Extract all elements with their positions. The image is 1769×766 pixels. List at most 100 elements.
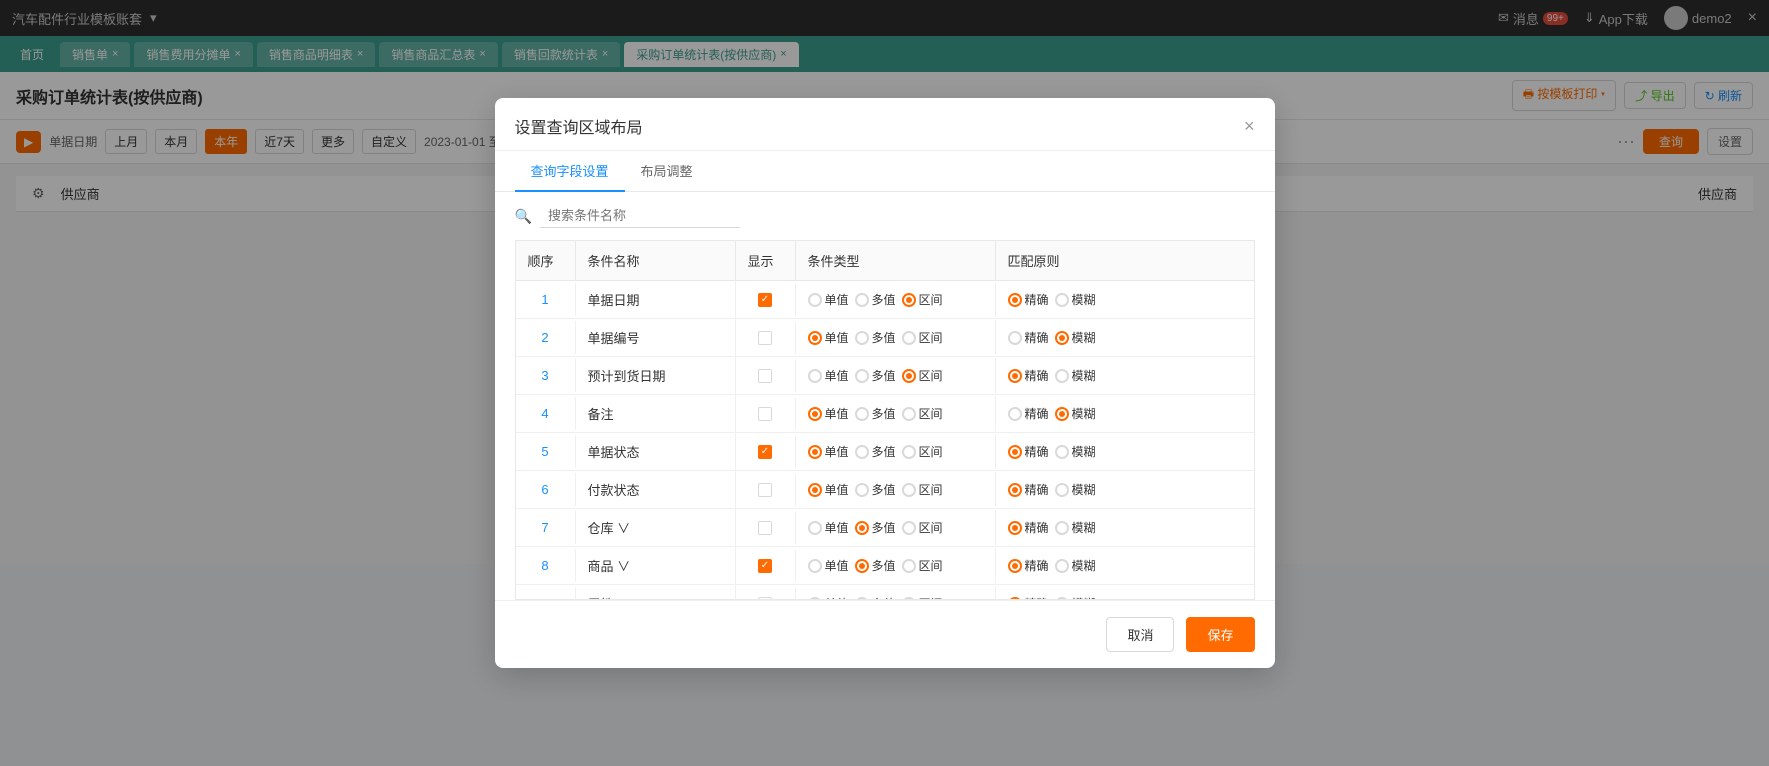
dialog-footer: 取消 保存 xyxy=(495,600,1275,668)
cell-display[interactable] xyxy=(736,436,796,468)
cell-type: 单值多值区间 xyxy=(796,320,996,355)
type-multi-radio[interactable]: 多值 xyxy=(855,557,896,574)
match-exact-radio[interactable]: 精确 xyxy=(1008,557,1049,574)
type-range-radio[interactable]: 区间 xyxy=(902,481,943,498)
type-single-circle xyxy=(808,445,822,459)
type-single-circle xyxy=(808,559,822,573)
match-exact-radio[interactable]: 精确 xyxy=(1008,481,1049,498)
table-row: 4备注单值多值区间精确模糊 xyxy=(516,395,1254,433)
match-fuzzy-radio[interactable]: 模糊 xyxy=(1055,367,1096,384)
type-single-radio[interactable]: 单值 xyxy=(808,557,849,574)
cell-display[interactable] xyxy=(736,588,796,601)
match-exact-radio[interactable]: 精确 xyxy=(1008,367,1049,384)
cell-order: 1 xyxy=(516,283,576,316)
type-single-radio[interactable]: 单值 xyxy=(808,329,849,346)
match-fuzzy-circle xyxy=(1055,483,1069,497)
display-checkbox[interactable] xyxy=(758,407,772,421)
type-multi-circle xyxy=(855,369,869,383)
cell-match: 精确模糊 xyxy=(996,548,1176,583)
type-range-radio[interactable]: 区间 xyxy=(902,329,943,346)
match-fuzzy-radio[interactable]: 模糊 xyxy=(1055,443,1096,460)
type-multi-radio[interactable]: 多值 xyxy=(855,291,896,308)
match-fuzzy-radio[interactable]: 模糊 xyxy=(1055,329,1096,346)
display-checkbox[interactable] xyxy=(758,483,772,497)
display-checkbox[interactable] xyxy=(758,521,772,535)
type-single-radio[interactable]: 单值 xyxy=(808,443,849,460)
type-multi-radio[interactable]: 多值 xyxy=(855,519,896,536)
type-multi-radio[interactable]: 多值 xyxy=(855,329,896,346)
type-multi-circle xyxy=(855,559,869,573)
type-multi-radio[interactable]: 多值 xyxy=(855,405,896,422)
cell-display[interactable] xyxy=(736,512,796,544)
type-range-radio[interactable]: 区间 xyxy=(902,443,943,460)
type-range-radio[interactable]: 区间 xyxy=(902,557,943,574)
cell-match: 精确模糊 xyxy=(996,320,1176,355)
type-range-circle xyxy=(902,331,916,345)
match-exact-circle xyxy=(1008,559,1022,573)
match-exact-circle xyxy=(1008,483,1022,497)
type-range-circle xyxy=(902,445,916,459)
cell-type: 单值多值区间 xyxy=(796,434,996,469)
cell-name: 单据日期 xyxy=(576,281,736,318)
type-single-radio[interactable]: 单值 xyxy=(808,519,849,536)
type-range-radio[interactable]: 区间 xyxy=(902,291,943,308)
dialog-tab-layout[interactable]: 布局调整 xyxy=(625,151,709,192)
cell-type: 单值多值区间 xyxy=(796,586,996,600)
display-checkbox[interactable] xyxy=(758,331,772,345)
cell-order: 9 xyxy=(516,587,576,600)
type-single-radio[interactable]: 单值 xyxy=(808,291,849,308)
match-exact-circle xyxy=(1008,407,1022,421)
type-single-radio[interactable]: 单值 xyxy=(808,481,849,498)
save-btn[interactable]: 保存 xyxy=(1186,617,1254,652)
display-checkbox[interactable] xyxy=(758,559,772,573)
match-exact-radio[interactable]: 精确 xyxy=(1008,329,1049,346)
type-range-radio[interactable]: 区间 xyxy=(902,367,943,384)
match-fuzzy-radio[interactable]: 模糊 xyxy=(1055,519,1096,536)
match-fuzzy-circle xyxy=(1055,445,1069,459)
type-radio-group: 单值多值区间 xyxy=(808,519,983,536)
search-input[interactable] xyxy=(540,204,740,228)
dialog-close-btn[interactable]: × xyxy=(1244,116,1255,137)
match-fuzzy-radio[interactable]: 模糊 xyxy=(1055,481,1096,498)
match-fuzzy-radio[interactable]: 模糊 xyxy=(1055,557,1096,574)
cell-display[interactable] xyxy=(736,550,796,582)
display-checkbox[interactable] xyxy=(758,445,772,459)
cell-display[interactable] xyxy=(736,284,796,316)
match-exact-circle xyxy=(1008,293,1022,307)
type-range-radio[interactable]: 区间 xyxy=(902,405,943,422)
match-exact-radio[interactable]: 精确 xyxy=(1008,443,1049,460)
type-multi-radio[interactable]: 多值 xyxy=(855,443,896,460)
match-exact-circle xyxy=(1008,521,1022,535)
match-fuzzy-radio[interactable]: 模糊 xyxy=(1055,405,1096,422)
cell-display[interactable] xyxy=(736,360,796,392)
table-row: 2单据编号单值多值区间精确模糊 xyxy=(516,319,1254,357)
type-single-radio[interactable]: 单值 xyxy=(808,405,849,422)
type-multi-circle xyxy=(855,521,869,535)
header-order: 顺序 xyxy=(516,241,576,280)
type-radio-group: 单值多值区间 xyxy=(808,557,983,574)
cell-name: 付款状态 xyxy=(576,471,736,508)
cell-match: 精确模糊 xyxy=(996,434,1176,469)
cell-display[interactable] xyxy=(736,398,796,430)
dialog-header: 设置查询区域布局 × xyxy=(495,98,1275,151)
type-single-circle xyxy=(808,369,822,383)
cancel-btn[interactable]: 取消 xyxy=(1106,617,1174,652)
cell-display[interactable] xyxy=(736,322,796,354)
type-range-radio[interactable]: 区间 xyxy=(902,519,943,536)
cell-match: 精确模糊 xyxy=(996,586,1176,600)
match-exact-radio[interactable]: 精确 xyxy=(1008,405,1049,422)
cell-order: 5 xyxy=(516,435,576,468)
type-single-circle xyxy=(808,483,822,497)
type-single-radio[interactable]: 单值 xyxy=(808,367,849,384)
type-multi-radio[interactable]: 多值 xyxy=(855,481,896,498)
match-radio-group: 精确模糊 xyxy=(1008,443,1164,460)
cell-display[interactable] xyxy=(736,474,796,506)
dialog-tab-fields[interactable]: 查询字段设置 xyxy=(515,151,625,192)
display-checkbox[interactable] xyxy=(758,369,772,383)
type-single-circle xyxy=(808,521,822,535)
display-checkbox[interactable] xyxy=(758,293,772,307)
match-fuzzy-radio[interactable]: 模糊 xyxy=(1055,291,1096,308)
type-multi-radio[interactable]: 多值 xyxy=(855,367,896,384)
match-exact-radio[interactable]: 精确 xyxy=(1008,519,1049,536)
match-exact-radio[interactable]: 精确 xyxy=(1008,291,1049,308)
